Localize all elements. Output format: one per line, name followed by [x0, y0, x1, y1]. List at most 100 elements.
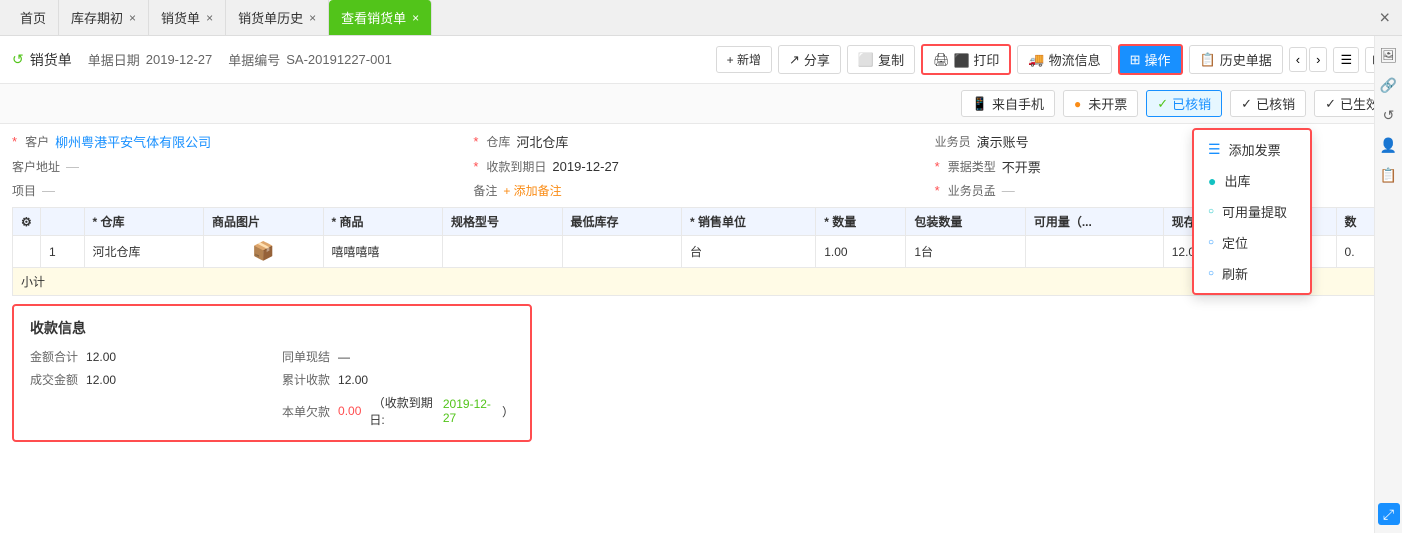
dropdown-available-extract[interactable]: ○ 可用量提取 [1194, 196, 1310, 227]
doc-icon: ↺ [12, 51, 24, 68]
window-close-button[interactable]: × [1379, 7, 1390, 28]
doc-date-item: 单据日期 2019-12-27 [88, 50, 213, 69]
refresh-label: 刷新 [1222, 264, 1248, 283]
subtotal-label: 小计 [13, 268, 1390, 296]
tab-sales-history-close[interactable]: × [309, 11, 316, 25]
mobile-button[interactable]: 📱 来自手机 [961, 90, 1055, 117]
tab-inventory-label: 库存期初 [71, 8, 123, 27]
staff-value: 演示账号 [977, 132, 1029, 151]
dropdown-locate[interactable]: ○ 定位 [1194, 227, 1310, 258]
doc-date-value: 2019-12-27 [146, 52, 213, 67]
new-button[interactable]: + 新增 [716, 46, 772, 73]
warehouse-label: 仓库 [486, 133, 510, 150]
print-button[interactable]: 🖨 ⬛ 打印 [921, 44, 1011, 75]
customer-label: 客户 [25, 133, 49, 150]
sub-toolbar: 📱 来自手机 未开票 ✓ 已核销 ✓ 已核销 ✓ 已生效 [0, 84, 1402, 124]
row-settings [13, 236, 41, 268]
row-spec [443, 236, 563, 268]
due-date-value: 2019-12-27 [552, 159, 619, 174]
project-field: 项目 — [12, 182, 467, 199]
data-table: ⚙ * 仓库 商品图片 * 商品 规格型号 最低库存 * 销售单位 * 数量 包… [12, 207, 1390, 296]
warehouse-field: * 仓库 河北仓库 [473, 132, 928, 151]
warehouse-required: * [473, 134, 478, 149]
col-product: * 商品 [323, 208, 443, 236]
staff-label: 业务员 [935, 133, 971, 150]
invoice-label: 票据类型 [948, 158, 996, 175]
table-row: 1 河北仓库 📦 嘻嘻嘻嘻 台 1.00 1台 12.00 [13, 236, 1390, 268]
due-date-required: * [473, 159, 478, 174]
sidebar-expand-icon[interactable]: ⤢ [1378, 503, 1400, 525]
mobile-icon: 📱 [972, 96, 988, 112]
history-button[interactable]: 📋 历史单据 [1189, 45, 1283, 74]
table-header-row: ⚙ * 仓库 商品图片 * 商品 规格型号 最低库存 * 销售单位 * 数量 包… [13, 208, 1390, 236]
share-icon: ↗ [789, 52, 800, 68]
sidebar-link-icon[interactable]: 🔗 [1378, 74, 1400, 96]
due-date-value: 2019-12-27 [443, 397, 494, 425]
tab-bar: 首页 库存期初 × 销货单 × 销货单历史 × 查看销货单 × × [0, 0, 1402, 36]
prev-button[interactable]: ‹ [1289, 47, 1307, 72]
subtotal-row: 小计 [13, 268, 1390, 296]
col-seq [41, 208, 85, 236]
invoice-required: * [935, 159, 940, 174]
settlement-row: 同单现结 — [282, 348, 514, 365]
tab-inventory-open[interactable]: 库存期初 × [59, 0, 149, 35]
col-unit: * 销售单位 [682, 208, 816, 236]
doc-date-label: 单据日期 [88, 50, 140, 69]
view1-button[interactable]: ☰ [1333, 47, 1359, 73]
deal-amount-label: 成交金额 [30, 371, 78, 388]
product-image-icon: 📦 [252, 241, 274, 261]
right-sidebar: 🖼 🔗 ↺ 👤 📋 ⤢ [1374, 36, 1402, 533]
doc-number-item: 单据编号 SA-20191227-001 [228, 50, 392, 69]
dropdown-refresh[interactable]: ○ 刷新 [1194, 258, 1310, 289]
not-open-button[interactable]: 未开票 [1063, 90, 1138, 117]
dropdown-menu: ☰ 添加发票 ● 出库 ○ 可用量提取 ○ 定位 ○ 刷新 [1192, 128, 1312, 295]
total-received-label: 累计收款 [282, 371, 330, 388]
add-invoice-label: 添加发票 [1229, 140, 1281, 159]
tab-sales-close[interactable]: × [206, 11, 213, 25]
col-qty: * 数量 [816, 208, 906, 236]
salesperson-field: * 业务员孟 — [935, 182, 1390, 199]
outbound-label: 出库 [1224, 171, 1250, 190]
deal-amount-row: 成交金额 12.00 [30, 371, 262, 388]
tab-view-sales-close[interactable]: × [412, 11, 419, 25]
copy-button[interactable]: ⬜ 复制 [847, 45, 915, 74]
staff-field: 业务员 演示账号 [935, 132, 1390, 151]
locate-label: 定位 [1222, 233, 1248, 252]
customer-value[interactable]: 柳州粤港平安气体有限公司 [55, 132, 211, 151]
next-button[interactable]: › [1309, 47, 1327, 72]
tab-view-sales-label: 查看销货单 [341, 8, 406, 27]
sidebar-image-icon[interactable]: 🖼 [1378, 44, 1400, 66]
tab-sales-order[interactable]: 销货单 × [149, 0, 226, 35]
tab-sales-history[interactable]: 销货单历史 × [226, 0, 329, 35]
dropdown-add-invoice[interactable]: ☰ 添加发票 [1194, 134, 1310, 165]
row-image: 📦 [204, 236, 324, 268]
sidebar-clipboard-icon[interactable]: 📋 [1378, 164, 1400, 186]
balance-label: 本单欠款 [282, 403, 330, 420]
due-date-label: 收款到期日 [486, 158, 546, 175]
confirm-button[interactable]: ✓ 已核销 [1146, 90, 1222, 117]
sidebar-user-icon[interactable]: 👤 [1378, 134, 1400, 156]
balance-value: 0.00 [338, 404, 361, 418]
main-content: ↺ 销货单 单据日期 2019-12-27 单据编号 SA-20191227-0… [0, 36, 1402, 533]
total-amount-label: 金额合计 [30, 348, 78, 365]
effect-icon: ✓ [1325, 96, 1336, 112]
tab-home[interactable]: 首页 [8, 0, 59, 35]
operation-button[interactable]: ⊞ 操作 [1118, 44, 1183, 75]
sold-button[interactable]: ✓ 已核销 [1230, 90, 1306, 117]
project-value: — [42, 183, 55, 198]
dropdown-outbound[interactable]: ● 出库 [1194, 165, 1310, 196]
operation-icon: ⊞ [1130, 52, 1141, 68]
col-available: 可用量（... [1025, 208, 1163, 236]
payment-section: 收款信息 金额合计 12.00 同单现结 — 成交金额 12.00 累计收款 1… [12, 304, 532, 442]
logistics-button[interactable]: 🚚 物流信息 [1017, 45, 1111, 74]
tab-inventory-close[interactable]: × [129, 11, 136, 25]
due-note: （收款到期日: [369, 394, 435, 428]
due-note-close: ） [502, 403, 514, 420]
share-button[interactable]: ↗ 分享 [778, 45, 841, 74]
col-min-stock: 最低库存 [562, 208, 682, 236]
add-note-button[interactable]: + 添加备注 [503, 182, 561, 199]
tab-view-sales[interactable]: 查看销货单 × [329, 0, 432, 35]
sidebar-refresh-icon[interactable]: ↺ [1378, 104, 1400, 126]
sold-icon: ✓ [1241, 96, 1252, 112]
col-pack-qty: 包装数量 [906, 208, 1026, 236]
